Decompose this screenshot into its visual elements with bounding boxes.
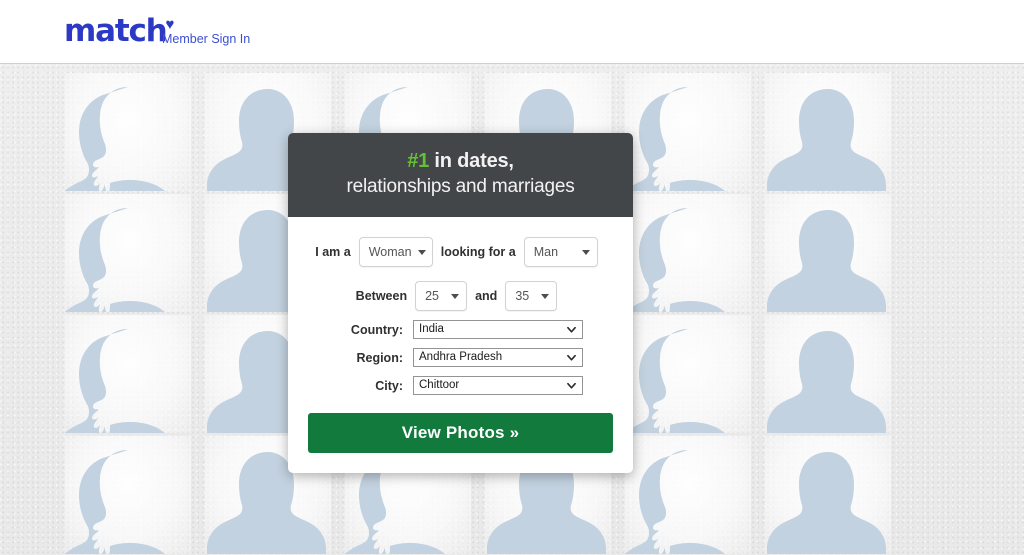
country-label: Country: [350, 322, 403, 337]
region-select[interactable]: Andhra Pradesh [413, 348, 583, 367]
city-row: City: Chittoor [308, 376, 613, 395]
self-gender-value: Woman [368, 245, 412, 259]
country-select[interactable]: India [413, 320, 583, 339]
photo-tile [65, 73, 191, 191]
photo-tile [765, 315, 891, 433]
age-min-dropdown[interactable]: 25 [415, 281, 468, 311]
chevron-down-icon [567, 354, 576, 361]
rank-number: #1 [407, 150, 430, 172]
photo-tile [625, 194, 751, 312]
photo-tile [765, 73, 891, 191]
age-row: Between 25 and 35 [308, 281, 613, 311]
chevron-down-icon [541, 293, 550, 299]
self-gender-dropdown[interactable]: Woman [358, 237, 433, 267]
city-value: Chittoor [419, 379, 460, 391]
modal-body: I am a Woman looking for a Man Between 2… [288, 217, 633, 473]
chevron-down-icon [567, 326, 576, 333]
match-logo[interactable]: match ♥ [64, 13, 175, 49]
cta-wrapper: View Photos » [308, 413, 613, 453]
site-header: match ♥ Member Sign In [0, 0, 1024, 64]
region-row: Region: Andhra Pradesh [308, 348, 613, 367]
region-label: Region: [356, 350, 403, 365]
brand-wordmark: match [64, 13, 168, 49]
chevron-down-icon [567, 382, 576, 389]
heart-icon: ♥ [165, 16, 175, 33]
photo-tile [65, 194, 191, 312]
photo-tile [765, 194, 891, 312]
target-gender-dropdown[interactable]: Man [523, 237, 598, 267]
photo-tile [625, 73, 751, 191]
banner-headline-line2: relationships and marriages [346, 176, 575, 197]
label-and: and [475, 289, 498, 303]
region-value: Andhra Pradesh [419, 351, 503, 363]
gender-row: I am a Woman looking for a Man [308, 237, 613, 267]
country-value: India [419, 323, 444, 335]
banner-headline-line1: #1 in dates, [288, 149, 633, 174]
label-looking-for-a: looking for a [440, 245, 516, 259]
label-i-am-a: I am a [315, 245, 351, 259]
chevron-down-icon [417, 249, 426, 255]
age-max-dropdown[interactable]: 35 [505, 281, 558, 311]
country-row: Country: India [308, 320, 613, 339]
rank-suffix: in dates, [429, 150, 514, 172]
label-between: Between [355, 289, 408, 303]
photo-tile [625, 315, 751, 433]
photo-tile [625, 436, 751, 554]
city-label: City: [375, 378, 403, 393]
signup-modal: #1 in dates, relationships and marriages… [288, 133, 633, 473]
modal-banner: #1 in dates, relationships and marriages [288, 133, 633, 217]
chevron-down-icon [581, 249, 590, 255]
page-root: match ♥ Member Sign In #1 in dates, rela… [0, 0, 1024, 555]
target-gender-value: Man [533, 245, 559, 259]
age-min-value: 25 [425, 289, 439, 303]
city-select[interactable]: Chittoor [413, 376, 583, 395]
view-photos-button[interactable]: View Photos » [308, 413, 613, 453]
member-sign-in-link[interactable]: Member Sign In [162, 32, 250, 46]
chevron-down-icon [451, 293, 460, 299]
age-max-value: 35 [515, 289, 530, 303]
photo-tile [765, 436, 891, 554]
photo-tile [65, 315, 191, 433]
photo-tile [65, 436, 191, 554]
